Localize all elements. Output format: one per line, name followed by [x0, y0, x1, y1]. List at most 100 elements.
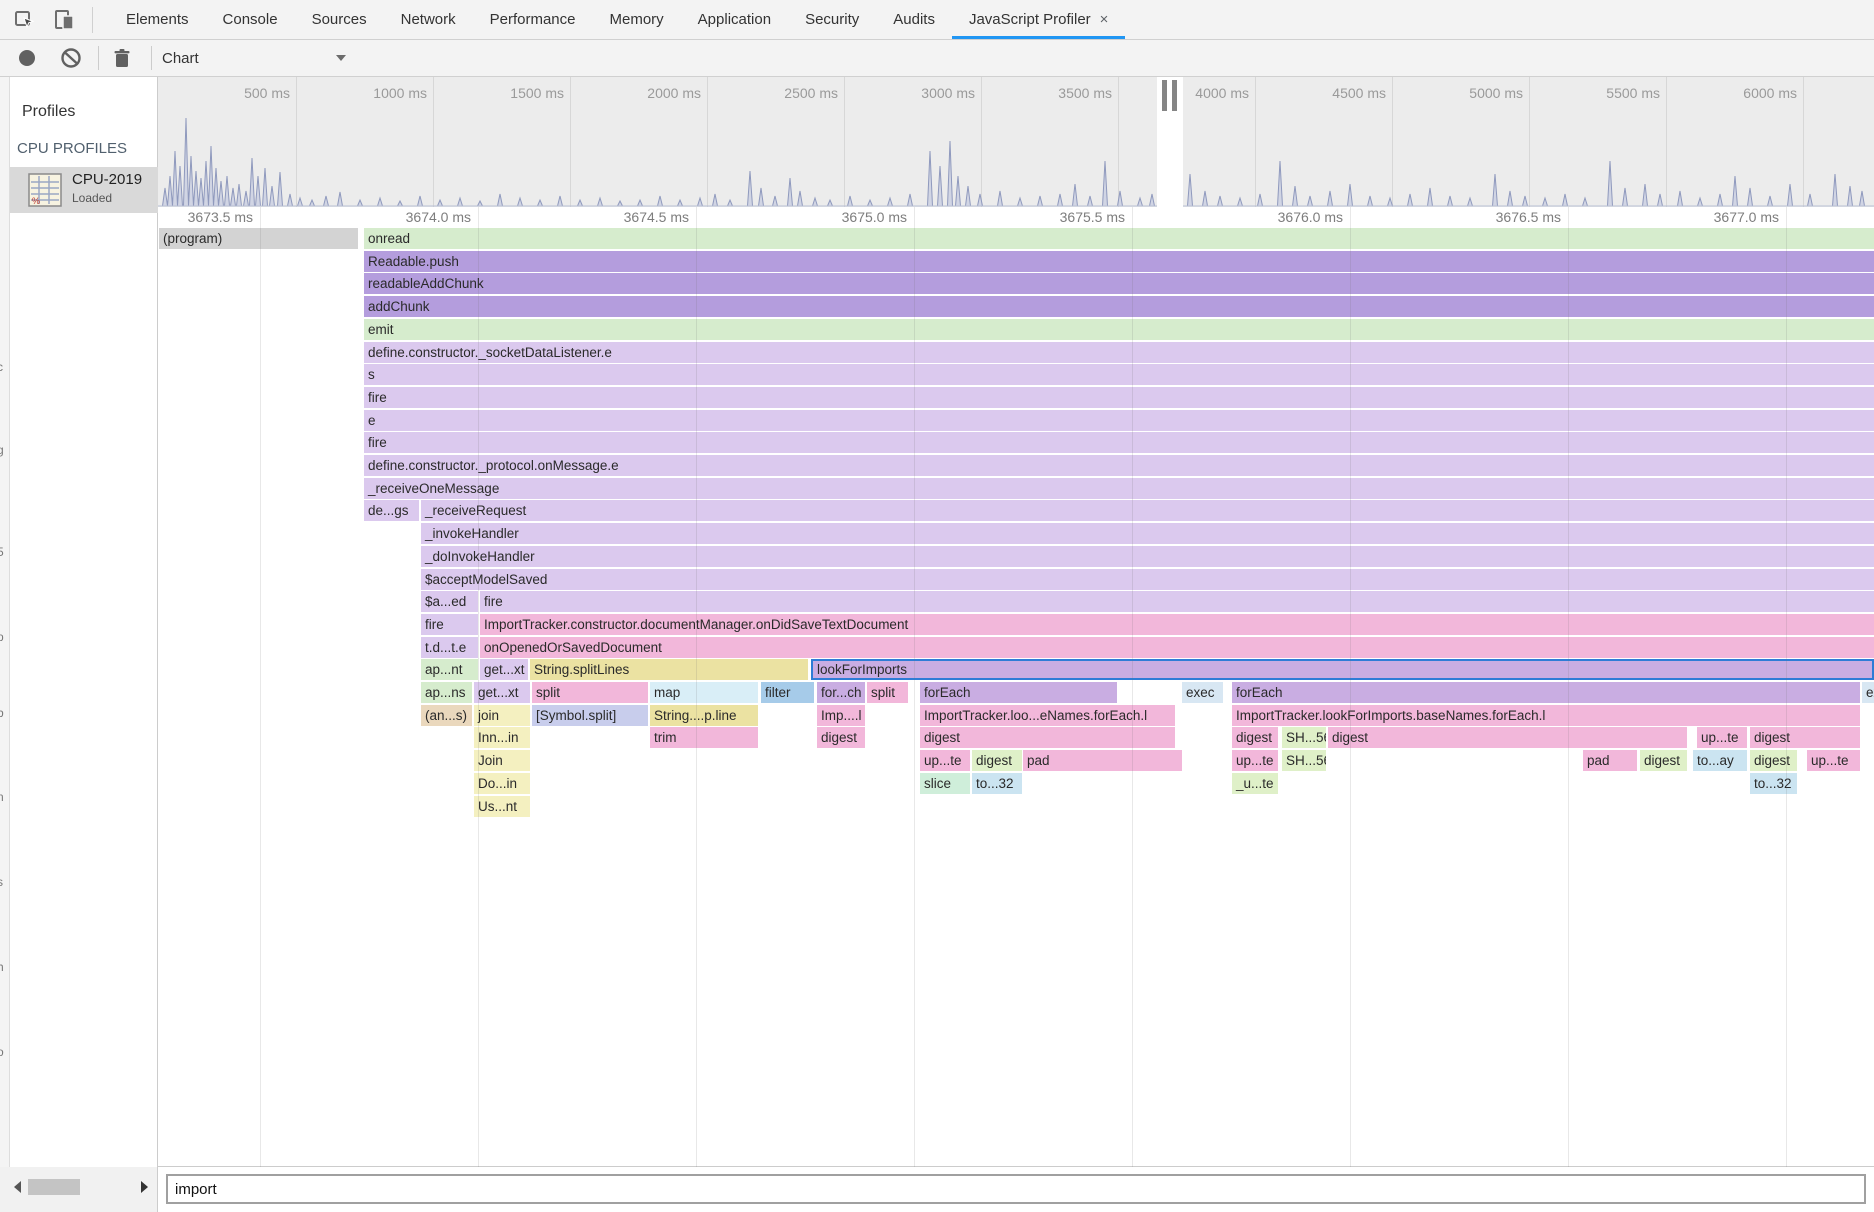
flame-bar[interactable]: addChunk [364, 296, 1874, 318]
flame-bar[interactable]: ImportTracker.constructor.documentManage… [480, 613, 1874, 635]
inspect-element-icon[interactable] [12, 7, 38, 33]
flame-bar[interactable]: digest [920, 727, 1175, 749]
flame-bar[interactable]: trim [650, 727, 758, 749]
search-input[interactable] [166, 1174, 1866, 1204]
flame-bar[interactable]: define.constructor._protocol.onMessage.e [364, 455, 1874, 476]
flame-bar[interactable]: SH...56 [1282, 750, 1326, 772]
flame-bar[interactable]: define.constructor._socketDataListener.e [364, 341, 1874, 363]
flame-bar[interactable]: ap...nt [421, 659, 478, 681]
flame-bar[interactable]: digest [817, 727, 865, 749]
selection-right-handle[interactable] [1171, 79, 1178, 112]
tab-memory[interactable]: Memory [593, 0, 681, 39]
flame-bar[interactable]: digest [1640, 750, 1687, 772]
tab-elements[interactable]: Elements [109, 0, 206, 39]
flame-bar[interactable]: to...32 [1750, 772, 1797, 794]
flame-bar[interactable]: lookForImports [811, 659, 1874, 681]
tab-performance[interactable]: Performance [473, 0, 593, 39]
flame-bar[interactable]: de...gs [364, 500, 419, 522]
flame-bar[interactable]: [Symbol.split] [532, 704, 648, 726]
scroll-right-arrow-icon[interactable] [141, 1181, 148, 1193]
flame-bar[interactable]: t.d...t.e [421, 636, 478, 658]
flame-bar[interactable]: _doInvokeHandler [421, 545, 1874, 567]
flame-bar[interactable]: Imp....l [817, 704, 865, 726]
flame-bar[interactable]: fire [364, 432, 1874, 454]
flame-bar[interactable]: Inn...in [474, 727, 530, 749]
delete-profile-icon[interactable] [107, 43, 137, 73]
flame-bar[interactable]: SH...56 [1282, 727, 1326, 749]
flame-bar[interactable]: digest [1750, 727, 1860, 749]
flame-bar[interactable]: ex [1862, 682, 1874, 703]
flame-bar[interactable]: up...te [920, 750, 970, 772]
flame-bar[interactable]: up...te [1232, 750, 1278, 772]
flame-bar[interactable]: Us...nt [474, 795, 530, 817]
flame-bar[interactable]: s [364, 364, 1874, 386]
device-toolbar-icon[interactable] [52, 7, 78, 33]
flame-bar[interactable]: Join [474, 750, 530, 772]
flame-bar[interactable]: $acceptModelSaved [421, 568, 1874, 590]
flame-bar[interactable]: String.splitLines [530, 659, 808, 681]
view-mode-select[interactable]: Chart [162, 50, 374, 67]
scrollbar-thumb[interactable] [28, 1179, 80, 1195]
flamechart-canvas[interactable]: (program) onread Readable.push readableAddC… [158, 227, 1874, 1167]
overview-selection-window[interactable] [1157, 77, 1183, 207]
flame-bar[interactable]: for...ch [817, 682, 865, 703]
flame-bar[interactable]: ImportTracker.loo...eNames.forEach.l [920, 704, 1175, 726]
tab-security[interactable]: Security [788, 0, 876, 39]
selection-left-handle[interactable] [1161, 79, 1168, 112]
flame-bar[interactable]: pad [1023, 750, 1182, 772]
flame-bar[interactable]: split [867, 682, 908, 703]
flame-bar[interactable]: digest [972, 750, 1022, 772]
flame-bar[interactable]: onOpenedOrSavedDocument [480, 636, 1874, 658]
flame-bar[interactable]: _invokeHandler [421, 523, 1874, 545]
flame-bar[interactable]: _receiveOneMessage [364, 477, 1874, 499]
profile-overview-pane[interactable]: 500 ms 1000 ms 1500 ms 2000 ms 2500 ms 3000 m… [158, 77, 1874, 207]
flame-bar[interactable]: (program) [159, 228, 358, 249]
scroll-left-arrow-icon[interactable] [14, 1181, 21, 1193]
flame-bar[interactable]: $a...ed [421, 591, 478, 613]
flame-bar[interactable]: pad [1583, 750, 1637, 772]
flame-bar[interactable]: join [474, 704, 530, 726]
flame-bar[interactable]: fire [364, 386, 1874, 408]
flame-bar[interactable]: forEach [920, 682, 1117, 703]
flame-bar[interactable]: String....p.line [650, 704, 758, 726]
tab-network[interactable]: Network [384, 0, 473, 39]
flame-bar[interactable]: Readable.push [364, 250, 1874, 272]
flame-bar[interactable]: up...te [1807, 750, 1860, 772]
tab-audits[interactable]: Audits [876, 0, 952, 39]
flame-bar[interactable]: fire [421, 613, 478, 635]
flame-bar[interactable]: up...te [1697, 727, 1747, 749]
tab-console[interactable]: Console [206, 0, 295, 39]
flame-bar[interactable]: digest [1232, 727, 1278, 749]
tab-application[interactable]: Application [681, 0, 788, 39]
flame-bar[interactable]: emit [364, 318, 1874, 340]
tab-sources[interactable]: Sources [295, 0, 384, 39]
flame-bar[interactable]: ImportTracker.lookForImports.baseNames.f… [1232, 704, 1860, 726]
record-button[interactable] [12, 43, 42, 73]
flame-bar[interactable]: fire [480, 591, 1874, 613]
flame-bar[interactable]: Do...in [474, 772, 530, 794]
flame-bar[interactable]: filter [761, 682, 814, 703]
flame-bar[interactable]: to...ay [1693, 750, 1747, 772]
flame-bar[interactable]: _receiveRequest [421, 500, 1874, 522]
flame-bar[interactable]: (an...s) [421, 704, 472, 726]
clear-button[interactable] [56, 43, 86, 73]
flame-bar[interactable]: _u...te [1232, 772, 1278, 794]
flame-bar[interactable]: digest [1750, 750, 1797, 772]
flame-bar[interactable]: e [364, 409, 1874, 431]
flame-bar[interactable]: digest [1328, 727, 1687, 749]
flame-bar[interactable]: map [650, 682, 758, 703]
flame-bar[interactable]: get...xt [480, 659, 528, 681]
flame-bar[interactable]: slice [920, 772, 970, 794]
flame-bar[interactable]: get...xt [474, 682, 530, 703]
tab-javascript-profiler[interactable]: JavaScript Profiler × [951, 0, 1126, 39]
flame-bar[interactable]: readableAddChunk [364, 273, 1874, 295]
flame-bar[interactable]: to...32 [972, 772, 1022, 794]
flame-bar[interactable]: exec [1182, 682, 1223, 703]
flame-bar[interactable]: onread [364, 228, 1874, 249]
close-icon[interactable]: × [1100, 11, 1109, 28]
flame-bar[interactable]: ap...ns [421, 682, 472, 703]
tabbar-tools [0, 0, 109, 39]
flame-bar[interactable]: split [532, 682, 648, 703]
sidebar-item-cpu-profile[interactable]: % CPU-2019 Loaded [10, 167, 158, 213]
flame-bar[interactable]: forEach [1232, 682, 1860, 703]
